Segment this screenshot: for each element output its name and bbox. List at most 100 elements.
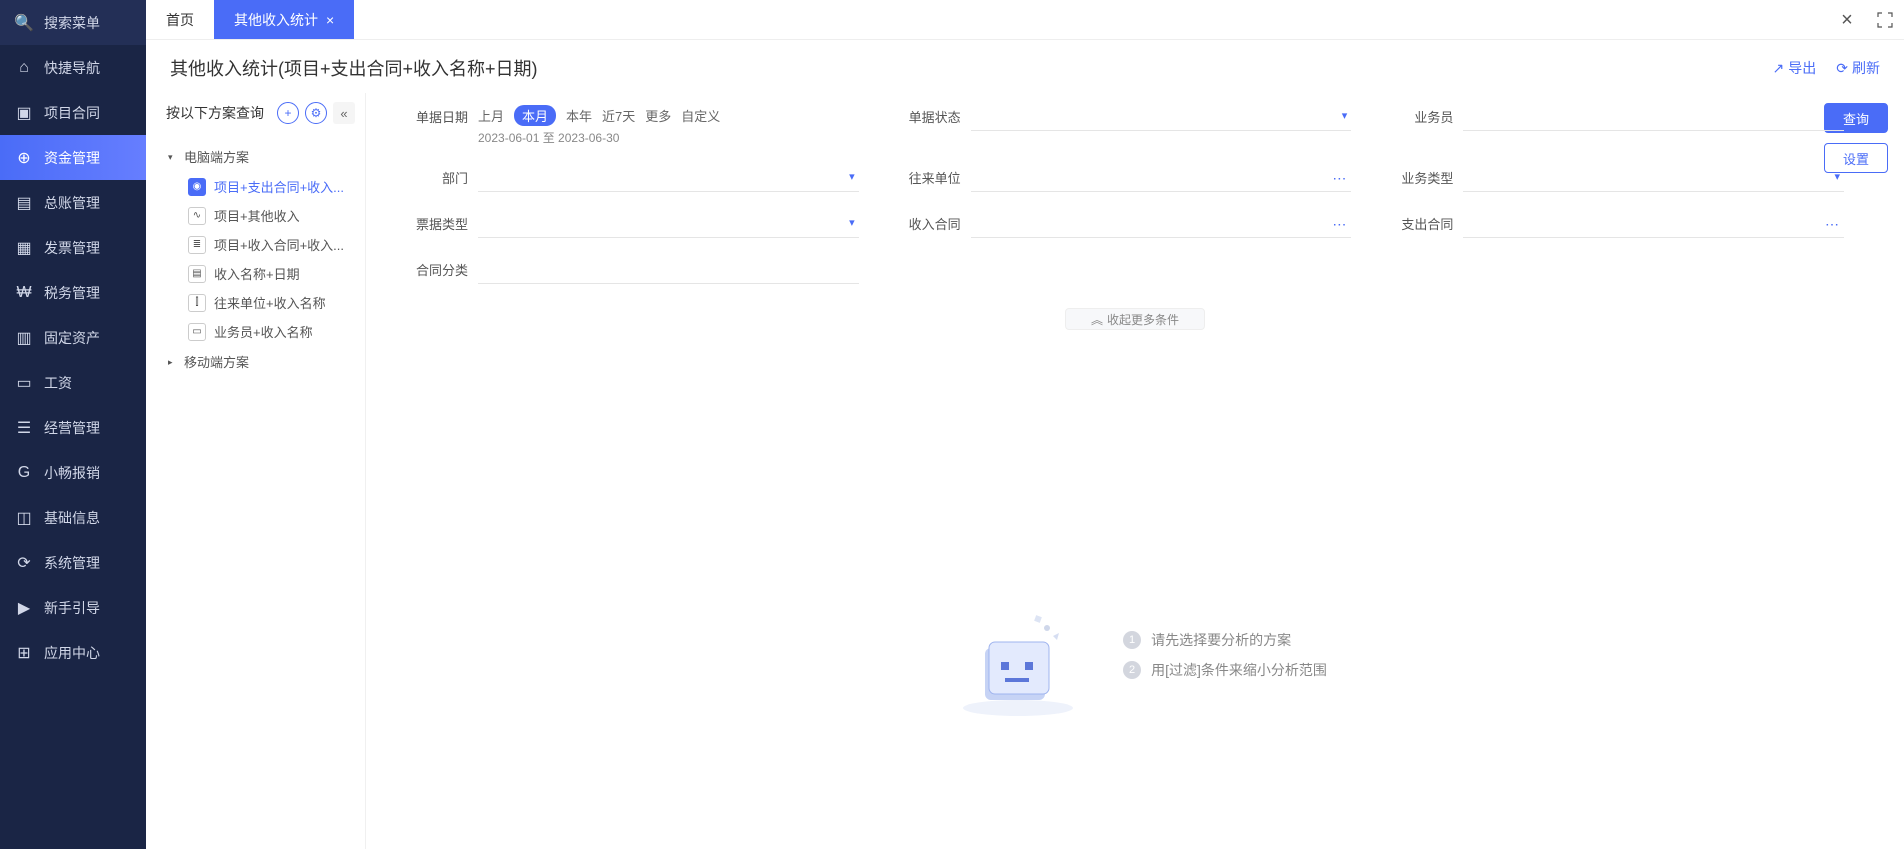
home-icon: ⌂ <box>14 58 34 78</box>
filter-label: 往来单位 <box>899 164 971 187</box>
chevron-up-icon: ︽ <box>1091 311 1103 328</box>
date-preset-this-year[interactable]: 本年 <box>566 106 592 125</box>
scheme-settings-button[interactable]: ⚙ <box>305 102 327 124</box>
date-preset-7days[interactable]: 近7天 <box>602 106 635 125</box>
tab-home[interactable]: 首页 <box>146 0 214 39</box>
scheme-item-label: 项目+收入合同+收入... <box>214 235 344 254</box>
filter-contract-class: 合同分类 <box>406 256 859 284</box>
filter-control[interactable]: ▾ <box>478 210 859 238</box>
sidebar-item-quicknav[interactable]: ⌂ 快捷导航 <box>0 45 146 90</box>
scheme-icon: ∿ <box>188 207 206 225</box>
sidebar-item-label: 固定资产 <box>44 328 100 348</box>
scheme-icon: ≣ <box>188 236 206 254</box>
sidebar-item-label: 小畅报销 <box>44 463 100 483</box>
date-preset-custom[interactable]: 自定义 <box>681 106 720 125</box>
date-preset-this-month[interactable]: 本月 <box>514 105 556 126</box>
filter-control[interactable]: ▾ <box>1463 164 1844 192</box>
filter-control[interactable]: ⋯ <box>1463 103 1844 131</box>
sidebar-item-label: 工资 <box>44 373 72 393</box>
tax-icon: ₩ <box>14 283 34 303</box>
sidebar-item-appstore[interactable]: ⊞ 应用中心 <box>0 630 146 675</box>
filter-control[interactable]: ⋯ <box>971 210 1352 238</box>
fullscreen-button[interactable] <box>1866 0 1904 40</box>
empty-state: 1 请先选择要分析的方案 2 用[过滤]条件来缩小分析范围 <box>366 330 1904 849</box>
sidebar-item-operations[interactable]: ☰ 经营管理 <box>0 405 146 450</box>
filter-biz-type: 业务类型 ▾ <box>1391 164 1844 192</box>
step-text: 用[过滤]条件来缩小分析范围 <box>1151 660 1327 680</box>
sidebar-item-tax[interactable]: ₩ 税务管理 <box>0 270 146 315</box>
sidebar-item-label: 基础信息 <box>44 508 100 528</box>
close-all-button[interactable]: × <box>1828 0 1866 40</box>
sidebar-item-ledger[interactable]: ▤ 总账管理 <box>0 180 146 225</box>
filter-label: 支出合同 <box>1391 210 1463 233</box>
filter-control[interactable] <box>478 256 859 284</box>
scheme-icon: ⫿ <box>188 294 206 312</box>
filter-control[interactable]: ⋯ <box>971 164 1352 192</box>
collapse-label: 收起更多条件 <box>1107 311 1179 328</box>
sidebar-item-reimburse[interactable]: G 小畅报销 <box>0 450 146 495</box>
sidebar-item-project-contract[interactable]: ▣ 项目合同 <box>0 90 146 135</box>
filter-label: 业务类型 <box>1391 164 1463 187</box>
sidebar-item-baseinfo[interactable]: ◫ 基础信息 <box>0 495 146 540</box>
reimburse-icon: G <box>14 463 34 483</box>
scheme-group-mobile[interactable]: ▸ 移动端方案 <box>166 346 355 377</box>
date-preset-prev-month[interactable]: 上月 <box>478 106 504 125</box>
chevron-down-icon: ▾ <box>1342 109 1348 122</box>
sidebar-item-salary[interactable]: ▭ 工资 <box>0 360 146 405</box>
guide-icon: ▶ <box>14 598 34 618</box>
scheme-item-5[interactable]: ▭ 业务员+收入名称 <box>166 317 355 346</box>
chevron-down-icon: ▾ <box>168 152 178 162</box>
assets-icon: ▥ <box>14 328 34 348</box>
filter-control[interactable]: ▾ <box>971 103 1352 131</box>
operations-icon: ☰ <box>14 418 34 438</box>
scheme-item-3[interactable]: ▤ 收入名称+日期 <box>166 259 355 288</box>
scheme-icon: ▤ <box>188 265 206 283</box>
chevron-down-icon: ▾ <box>849 170 855 183</box>
collapse-filters-button[interactable]: ︽ 收起更多条件 <box>1065 308 1205 330</box>
sidebar-item-funds[interactable]: ⊕ 资金管理 <box>0 135 146 180</box>
sidebar-item-search[interactable]: 🔍 搜索菜单 <box>0 0 146 45</box>
filter-label: 合同分类 <box>406 256 478 279</box>
scheme-group-desktop[interactable]: ▾ 电脑端方案 <box>166 141 355 172</box>
filter-control[interactable]: ▾ <box>478 164 859 192</box>
scheme-item-0[interactable]: ◉ 项目+支出合同+收入... <box>166 172 355 201</box>
filter-control[interactable]: ⋯ <box>1463 210 1844 238</box>
filter-date: 单据日期 上月 本月 本年 近7天 更多 自定义 2023-06-01 至 20… <box>406 103 859 146</box>
export-label: 导出 <box>1788 58 1816 78</box>
sidebar-item-label: 搜索菜单 <box>44 13 100 33</box>
filters-area: 查询 设置 单据日期 上月 本月 本年 近7天 更多 自定义 <box>366 93 1904 849</box>
scheme-item-1[interactable]: ∿ 项目+其他收入 <box>166 201 355 230</box>
tabs-bar: 首页 其他收入统计 × × <box>146 0 1904 40</box>
refresh-label: 刷新 <box>1852 58 1880 78</box>
filter-bill-type: 票据类型 ▾ <box>406 210 859 238</box>
chevron-down-icon: ▾ <box>1834 170 1840 183</box>
tab-other-income[interactable]: 其他收入统计 × <box>214 0 354 39</box>
tab-label: 首页 <box>166 10 194 30</box>
sidebar-item-invoice[interactable]: ▦ 发票管理 <box>0 225 146 270</box>
date-preset-more[interactable]: 更多 <box>645 106 671 125</box>
funds-icon: ⊕ <box>14 148 34 168</box>
scheme-item-4[interactable]: ⫿ 往来单位+收入名称 <box>166 288 355 317</box>
more-icon: ⋯ <box>1332 216 1347 233</box>
more-icon: ⋯ <box>1825 216 1840 233</box>
tab-label: 其他收入统计 <box>234 10 318 30</box>
scheme-collapse-button[interactable]: « <box>333 102 355 124</box>
scheme-item-2[interactable]: ≣ 项目+收入合同+收入... <box>166 230 355 259</box>
fullscreen-icon <box>1877 12 1893 28</box>
scheme-icon: ▭ <box>188 323 206 341</box>
scheme-add-button[interactable]: + <box>277 102 299 124</box>
content-row: 按以下方案查询 + ⚙ « ▾ 电脑端方案 ◉ 项目+支出合同+收入... ∿ … <box>146 93 1904 849</box>
sidebar-item-label: 资金管理 <box>44 148 100 168</box>
scheme-item-label: 往来单位+收入名称 <box>214 293 326 312</box>
salary-icon: ▭ <box>14 373 34 393</box>
filter-label: 单据日期 <box>406 103 478 126</box>
export-button[interactable]: ↗ 导出 <box>1773 58 1817 78</box>
close-icon[interactable]: × <box>326 12 334 28</box>
more-icon: ⋯ <box>1332 170 1347 187</box>
appstore-icon: ⊞ <box>14 643 34 663</box>
sidebar-item-label: 税务管理 <box>44 283 100 303</box>
sidebar-item-guide[interactable]: ▶ 新手引导 <box>0 585 146 630</box>
sidebar-item-system[interactable]: ⟳ 系统管理 <box>0 540 146 585</box>
refresh-button[interactable]: ⟳ 刷新 <box>1836 58 1880 78</box>
sidebar-item-assets[interactable]: ▥ 固定资产 <box>0 315 146 360</box>
